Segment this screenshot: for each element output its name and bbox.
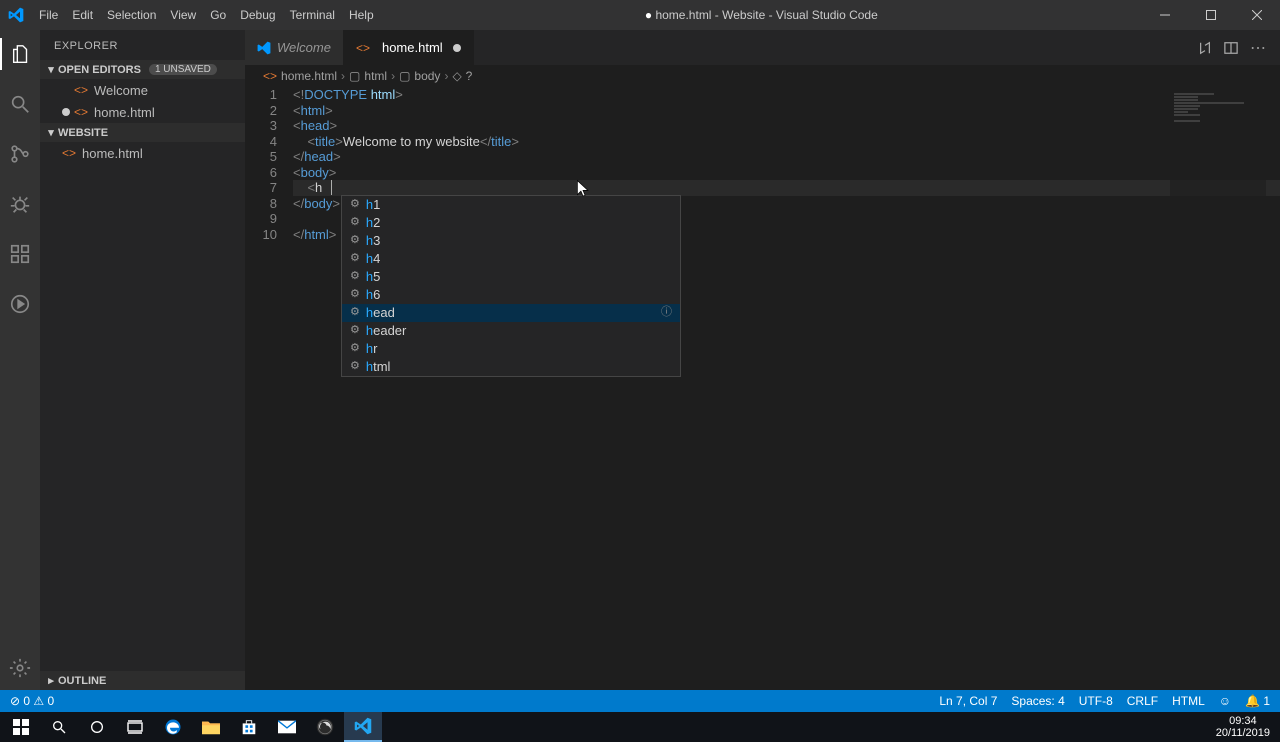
split-editor-icon[interactable] [1224, 41, 1238, 55]
status-line-col[interactable]: Ln 7, Col 7 [939, 694, 997, 708]
activity-bar [0, 30, 40, 690]
status-notifications-icon[interactable]: 🔔 1 [1245, 694, 1270, 708]
mail-icon[interactable] [268, 712, 306, 742]
source-control-icon[interactable] [0, 138, 40, 170]
suggestion-item[interactable]: ⚙headⓘ [342, 304, 680, 322]
code-editor[interactable]: 12345678910 <!DOCTYPE html><html><head> … [245, 87, 1280, 242]
status-feedback-icon[interactable]: ☺ [1219, 694, 1231, 708]
menu-debug[interactable]: Debug [233, 0, 282, 30]
extensions-icon[interactable] [0, 238, 40, 270]
open-editor-item[interactable]: <>home.html [40, 101, 245, 123]
edge-icon[interactable] [154, 712, 192, 742]
workspace-header[interactable]: ▾WEBSITE [40, 123, 245, 142]
status-eol[interactable]: CRLF [1127, 694, 1158, 708]
cortana-icon[interactable] [78, 712, 116, 742]
menu-selection[interactable]: Selection [100, 0, 163, 30]
status-problems[interactable]: ⊘ 0 ⚠ 0 [10, 694, 54, 708]
settings-gear-icon[interactable] [0, 652, 40, 684]
intellisense-popup[interactable]: ⚙h1⚙h2⚙h3⚙h4⚙h5⚙h6⚙headⓘ⚙header⚙hr⚙html [341, 195, 681, 377]
maximize-button[interactable] [1188, 0, 1234, 30]
taskbar-clock[interactable]: 09:34 20/11/2019 [1216, 715, 1278, 739]
editor-tab[interactable]: Welcome [245, 30, 344, 65]
window-title: ● home.html - Website - Visual Studio Co… [381, 8, 1142, 22]
minimize-button[interactable] [1142, 0, 1188, 30]
suggestion-item[interactable]: ⚙hr [342, 340, 680, 358]
outline-header[interactable]: ▸OUTLINE [40, 671, 245, 690]
suggestion-item[interactable]: ⚙h5 [342, 268, 680, 286]
suggestion-item[interactable]: ⚙h6 [342, 286, 680, 304]
menu-edit[interactable]: Edit [65, 0, 100, 30]
explorer-sidebar: EXPLORER ▾OPEN EDITORS 1 UNSAVED <>Welco… [40, 30, 245, 690]
task-view-icon[interactable] [116, 712, 154, 742]
suggestion-item[interactable]: ⚙h1 [342, 196, 680, 214]
unsaved-badge: 1 UNSAVED [149, 64, 217, 75]
breadcrumbs[interactable]: <> home.html › ▢html › ▢body › ◇? [245, 65, 1280, 87]
menu-terminal[interactable]: Terminal [283, 0, 342, 30]
html-file-icon: <> [263, 69, 277, 83]
menu-go[interactable]: Go [203, 0, 233, 30]
run-icon[interactable] [0, 288, 40, 320]
search-icon[interactable] [0, 88, 40, 120]
start-button[interactable] [2, 712, 40, 742]
suggestion-item[interactable]: ⚙h2 [342, 214, 680, 232]
close-button[interactable] [1234, 0, 1280, 30]
explorer-icon[interactable] [0, 38, 40, 70]
line-number-gutter: 12345678910 [245, 87, 293, 242]
file-explorer-icon[interactable] [192, 712, 230, 742]
more-actions-icon[interactable]: ⋯ [1250, 38, 1268, 58]
editor-tab[interactable]: <>home.html [344, 30, 474, 65]
file-tree-item[interactable]: <>home.html [40, 142, 245, 164]
windows-taskbar: 09:34 20/11/2019 [0, 712, 1280, 742]
editor-area: Welcome<>home.html ⋯ <> home.html › ▢htm… [245, 30, 1280, 690]
vscode-taskbar-icon[interactable] [344, 712, 382, 742]
compare-changes-icon[interactable] [1198, 41, 1212, 55]
debug-icon[interactable] [0, 188, 40, 220]
status-language[interactable]: HTML [1172, 694, 1205, 708]
suggestion-item[interactable]: ⚙html [342, 358, 680, 376]
obs-icon[interactable] [306, 712, 344, 742]
main-menu: FileEditSelectionViewGoDebugTerminalHelp [32, 0, 381, 30]
taskbar-search-icon[interactable] [40, 712, 78, 742]
vscode-logo-icon [0, 7, 32, 23]
minimap[interactable] [1170, 87, 1266, 242]
menu-file[interactable]: File [32, 0, 65, 30]
suggestion-item[interactable]: ⚙header [342, 322, 680, 340]
menu-view[interactable]: View [163, 0, 203, 30]
explorer-title: EXPLORER [40, 30, 245, 60]
open-editor-item[interactable]: <>Welcome [40, 79, 245, 101]
open-editors-header[interactable]: ▾OPEN EDITORS 1 UNSAVED [40, 60, 245, 79]
tab-bar: Welcome<>home.html ⋯ [245, 30, 1280, 65]
menu-bar: FileEditSelectionViewGoDebugTerminalHelp… [0, 0, 1280, 30]
suggestion-item[interactable]: ⚙h4 [342, 250, 680, 268]
suggestion-item[interactable]: ⚙h3 [342, 232, 680, 250]
status-indent[interactable]: Spaces: 4 [1011, 694, 1064, 708]
store-icon[interactable] [230, 712, 268, 742]
menu-help[interactable]: Help [342, 0, 381, 30]
status-encoding[interactable]: UTF-8 [1079, 694, 1113, 708]
status-bar: ⊘ 0 ⚠ 0 Ln 7, Col 7 Spaces: 4 UTF-8 CRLF… [0, 690, 1280, 712]
